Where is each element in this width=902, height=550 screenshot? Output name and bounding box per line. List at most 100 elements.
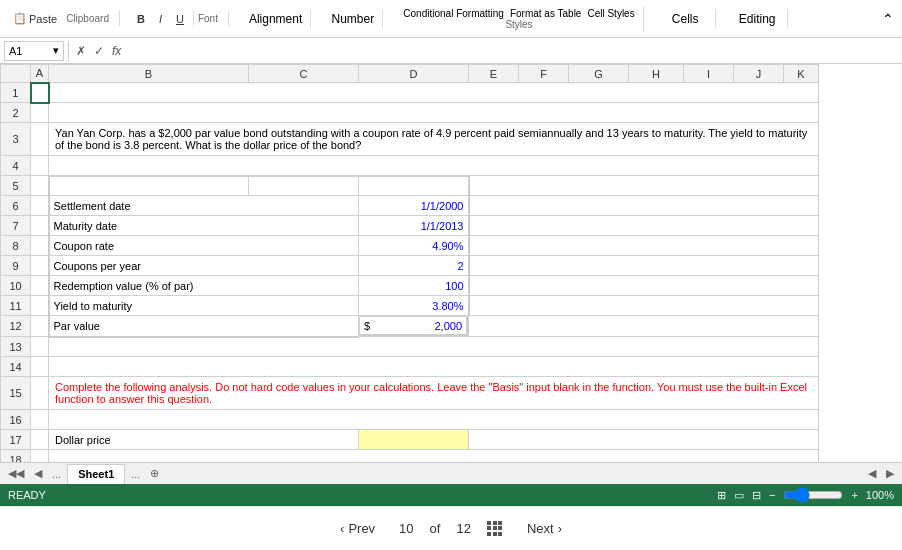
table-row: 17 Dollar price bbox=[1, 430, 819, 450]
view-page-break-icon[interactable]: ⊟ bbox=[752, 489, 761, 502]
grid-view-icon[interactable] bbox=[487, 521, 503, 537]
redemption-label: Redemption value (% of par) bbox=[54, 280, 194, 292]
cell-b5[interactable] bbox=[49, 176, 249, 196]
cell-a14[interactable] bbox=[31, 357, 49, 377]
cell-e5[interactable] bbox=[469, 176, 819, 196]
tab-ellipsis-left[interactable]: ... bbox=[48, 468, 65, 480]
cell-a12[interactable] bbox=[31, 316, 49, 337]
view-normal-icon[interactable]: ⊞ bbox=[717, 489, 726, 502]
row-num-9: 9 bbox=[1, 256, 31, 276]
cell-e17[interactable] bbox=[469, 430, 819, 450]
cell-e7[interactable] bbox=[469, 216, 819, 236]
cell-a4[interactable] bbox=[31, 156, 49, 176]
cell-reference-box[interactable]: A1 ▾ bbox=[4, 41, 64, 61]
spreadsheet[interactable]: A B C D E F G H I J K 1 bbox=[0, 64, 902, 462]
cell-a11[interactable] bbox=[31, 296, 49, 316]
prev-button[interactable]: ‹ Prev bbox=[332, 517, 383, 540]
cell-d17-input[interactable] bbox=[359, 430, 469, 450]
cell-a15[interactable] bbox=[31, 377, 49, 410]
cell-b16[interactable] bbox=[49, 410, 819, 430]
cell-b18[interactable] bbox=[49, 450, 819, 463]
table-row: 1 bbox=[1, 83, 819, 103]
maturity-value: 1/1/2013 bbox=[421, 220, 464, 232]
coupon-value: 4.90% bbox=[432, 240, 463, 252]
cell-a3[interactable] bbox=[31, 123, 49, 156]
cell-styles-label[interactable]: Cell Styles bbox=[587, 8, 634, 19]
formula-input[interactable] bbox=[128, 41, 898, 61]
add-sheet-button[interactable]: ⊕ bbox=[146, 467, 163, 480]
cell-a17[interactable] bbox=[31, 430, 49, 450]
tab-ellipsis-right[interactable]: ... bbox=[127, 468, 144, 480]
col-header-c[interactable]: C bbox=[249, 65, 359, 83]
col-header-k[interactable]: K bbox=[784, 65, 819, 83]
ribbon-collapse-icon[interactable]: ⌃ bbox=[882, 11, 894, 27]
maturity-label: Maturity date bbox=[54, 220, 118, 232]
col-header-f[interactable]: F bbox=[519, 65, 569, 83]
alignment-section: Alignment bbox=[241, 10, 311, 28]
next-button[interactable]: Next › bbox=[519, 517, 570, 540]
col-header-b[interactable]: B bbox=[49, 65, 249, 83]
cell-d5[interactable] bbox=[359, 176, 469, 196]
row-num-12: 12 bbox=[1, 316, 31, 337]
cell-a2[interactable] bbox=[31, 103, 49, 123]
zoom-slider[interactable] bbox=[783, 487, 843, 503]
cell-b3-text: Yan Yan Corp. has a $2,000 par value bon… bbox=[49, 123, 819, 156]
bold-button[interactable]: B bbox=[132, 11, 150, 27]
cell-a9[interactable] bbox=[31, 256, 49, 276]
col-header-i[interactable]: I bbox=[684, 65, 734, 83]
paste-button[interactable]: 📋 Paste bbox=[8, 10, 62, 27]
cell-e6[interactable] bbox=[469, 196, 819, 216]
col-header-h[interactable]: H bbox=[629, 65, 684, 83]
cell-a16[interactable] bbox=[31, 410, 49, 430]
cell-e10[interactable] bbox=[469, 276, 819, 296]
fx-icon[interactable]: fx bbox=[109, 44, 124, 58]
cell-b13[interactable] bbox=[49, 337, 819, 357]
row-num-18: 18 bbox=[1, 450, 31, 463]
cell-b1[interactable] bbox=[49, 83, 819, 103]
cell-e11[interactable] bbox=[469, 296, 819, 316]
page-total: 12 bbox=[456, 521, 470, 536]
scroll-left-button[interactable]: ◀ bbox=[864, 467, 880, 480]
tab-first-button[interactable]: ◀◀ bbox=[4, 467, 28, 480]
cell-a1[interactable] bbox=[31, 83, 49, 103]
scroll-right-button[interactable]: ▶ bbox=[882, 467, 898, 480]
format-as-table-label[interactable]: Format as Table bbox=[510, 8, 582, 19]
cell-b4[interactable] bbox=[49, 156, 819, 176]
sheet-tab-sheet1[interactable]: Sheet1 bbox=[67, 464, 125, 484]
cell-a13[interactable] bbox=[31, 337, 49, 357]
horizontal-scroll-area[interactable] bbox=[165, 469, 862, 479]
conditional-formatting-label[interactable]: Conditional Formatting bbox=[403, 8, 504, 19]
cell-a18[interactable] bbox=[31, 450, 49, 463]
col-header-d[interactable]: D bbox=[359, 65, 469, 83]
cell-a7[interactable] bbox=[31, 216, 49, 236]
col-header-e[interactable]: E bbox=[469, 65, 519, 83]
cell-b14[interactable] bbox=[49, 357, 819, 377]
underline-button[interactable]: U bbox=[171, 11, 189, 27]
tab-prev-button[interactable]: ◀ bbox=[30, 467, 46, 480]
cell-e12[interactable] bbox=[469, 316, 819, 337]
dropdown-arrow[interactable]: ▾ bbox=[53, 44, 59, 57]
cell-a6[interactable] bbox=[31, 196, 49, 216]
table-row: 18 bbox=[1, 450, 819, 463]
cell-c5[interactable] bbox=[249, 176, 359, 196]
table-row: 2 bbox=[1, 103, 819, 123]
italic-button[interactable]: I bbox=[154, 11, 167, 27]
col-header-a[interactable]: A bbox=[31, 65, 49, 83]
col-header-j[interactable]: J bbox=[734, 65, 784, 83]
zoom-minus-icon[interactable]: − bbox=[769, 489, 775, 501]
cell-a5[interactable] bbox=[31, 176, 49, 196]
cell-e9[interactable] bbox=[469, 256, 819, 276]
status-ready: READY bbox=[8, 489, 46, 501]
view-page-layout-icon[interactable]: ▭ bbox=[734, 489, 744, 502]
cell-b2[interactable] bbox=[49, 103, 819, 123]
col-header-g[interactable]: G bbox=[569, 65, 629, 83]
row-num-8: 8 bbox=[1, 236, 31, 256]
paste-icon: 📋 bbox=[13, 12, 27, 25]
cell-a10[interactable] bbox=[31, 276, 49, 296]
zoom-plus-icon[interactable]: + bbox=[851, 489, 857, 501]
cell-a8[interactable] bbox=[31, 236, 49, 256]
confirm-icon[interactable]: ✓ bbox=[91, 44, 107, 58]
cell-e8[interactable] bbox=[469, 236, 819, 256]
table-row: 15 Complete the following analysis. Do n… bbox=[1, 377, 819, 410]
cancel-icon[interactable]: ✗ bbox=[73, 44, 89, 58]
